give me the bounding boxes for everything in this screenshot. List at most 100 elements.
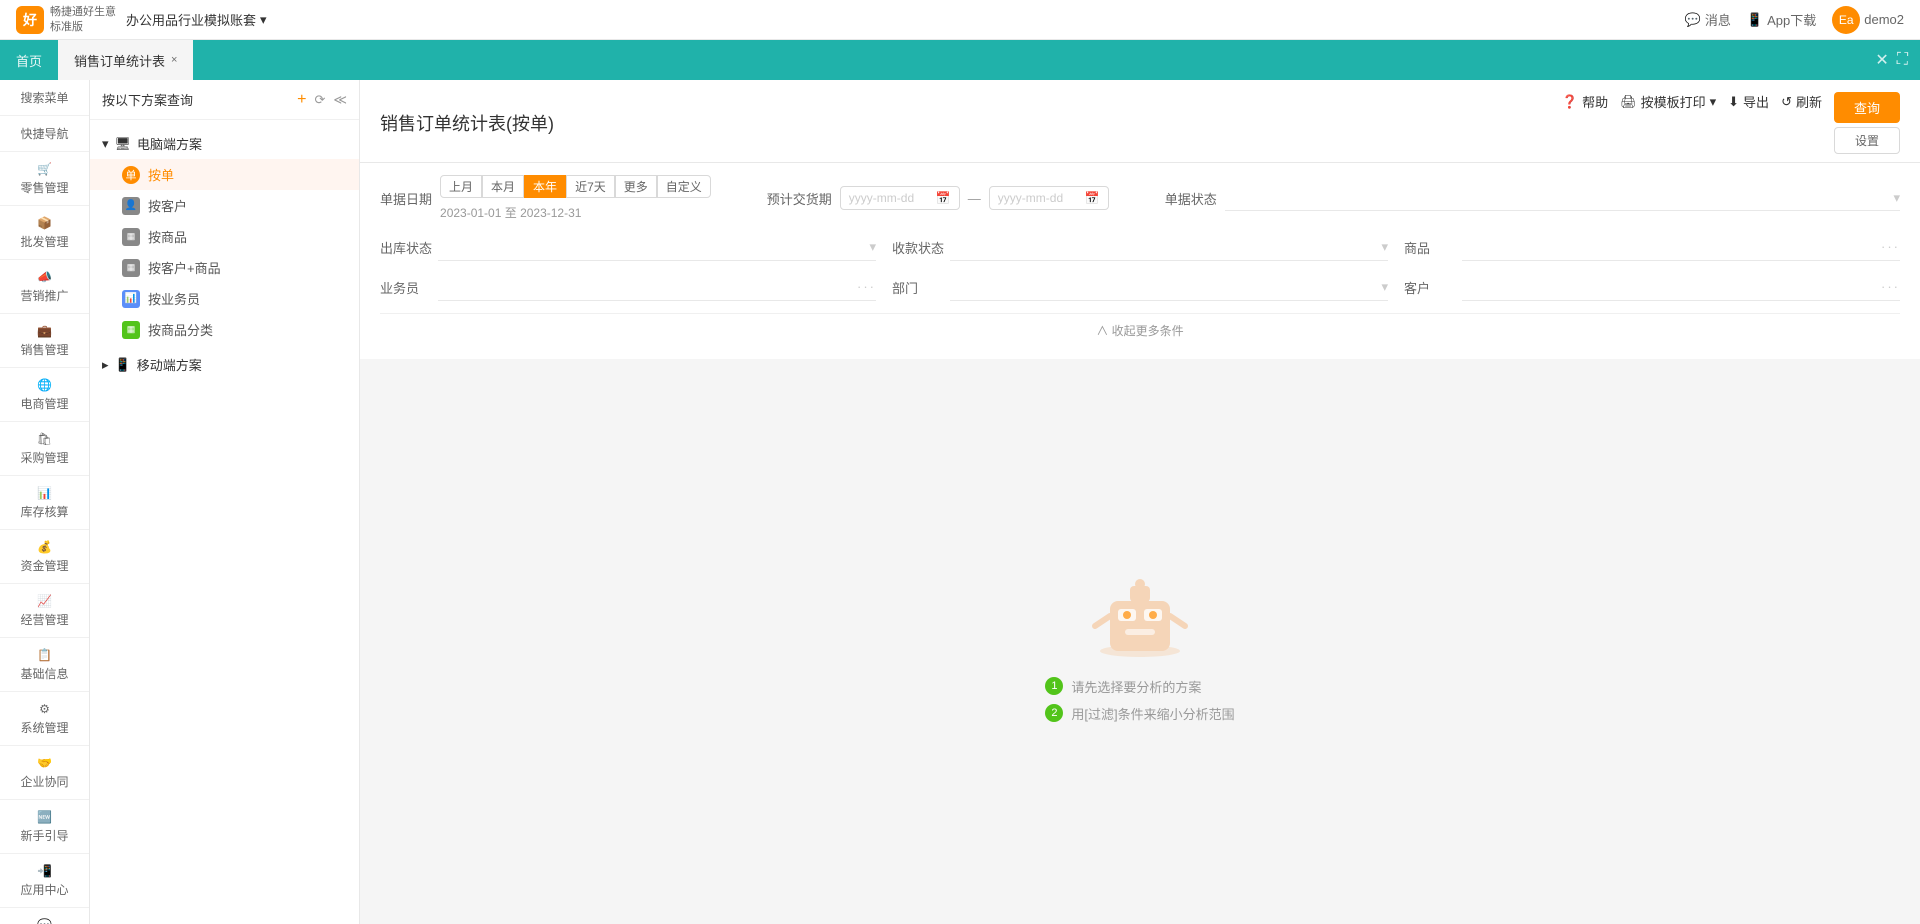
date-btn-7days[interactable]: 近7天 <box>566 175 615 198</box>
sidebar-item-sales[interactable]: 💼 销售管理 <box>0 314 89 368</box>
wholesale-icon: 📦 <box>37 216 52 230</box>
sidebar-item-system[interactable]: ⚙ 系统管理 <box>0 692 89 746</box>
empty-tip-2: 2 用[过滤]条件来缩小分析范围 <box>1045 704 1234 723</box>
goods-input[interactable]: ··· <box>1462 233 1900 261</box>
filter-dept: 部门 ▾ <box>892 273 1388 301</box>
filter-forecast-date-item: 预计交货期 yyyy-mm-dd 📅 — yyyy-mm-dd 📅 <box>767 186 1109 210</box>
user-menu-button[interactable]: Ea demo2 <box>1832 6 1904 34</box>
by-goods-icon: ▦ <box>122 228 140 246</box>
query-button[interactable]: 查询 <box>1834 92 1900 123</box>
sidebar-item-operations[interactable]: 📈 经营管理 <box>0 584 89 638</box>
sidebar: 搜索菜单 快捷导航 🛒 零售管理 📦 批发管理 📣 营销推广 💼 销售管理 🌐 … <box>0 80 90 924</box>
by-customer-goods-icon: ▦ <box>122 259 140 277</box>
refresh-icon: ↺ <box>1781 94 1792 110</box>
message-button[interactable]: 💬 消息 <box>1685 10 1731 29</box>
app-center-icon: 📲 <box>37 864 52 878</box>
logo-area: 好 畅捷通好生意 标准版 <box>16 5 116 34</box>
header-right-group: ❓ 帮助 🖨 按模板打印 ▾ ⬇ 导出 ↺ <box>1562 92 1900 154</box>
setting-button[interactable]: 设置 <box>1834 127 1900 154</box>
scheme-item-by-customer-goods[interactable]: ▦ 按客户+商品 <box>90 252 359 283</box>
scheme-item-by-category[interactable]: ▦ 按商品分类 <box>90 314 359 345</box>
sales-icon: 💼 <box>37 324 52 338</box>
filter-salesman: 业务员 ··· <box>380 273 876 301</box>
sidebar-item-wholesale[interactable]: 📦 批发管理 <box>0 206 89 260</box>
out-status-select[interactable]: ▾ <box>438 233 876 261</box>
filter-row-2: 出库状态 ▾ 收款状态 ▾ 商品 ··· <box>380 233 1900 261</box>
pc-icon: 🖥 <box>115 136 132 152</box>
sidebar-search-menu[interactable]: 搜索菜单 <box>0 80 89 116</box>
sidebar-item-finance[interactable]: 💰 资金管理 <box>0 530 89 584</box>
forecast-date-end-input[interactable]: yyyy-mm-dd 📅 <box>989 186 1109 210</box>
forecast-date-label: 预计交货期 <box>767 189 832 208</box>
salesman-dots-icon: ··· <box>857 279 876 294</box>
sidebar-quick-nav[interactable]: 快捷导航 <box>0 116 89 152</box>
avatar: Ea <box>1832 6 1860 34</box>
filter-row-1: 单据日期 上月 本月 本年 近7天 更多 自定义 2023- <box>380 175 1900 221</box>
status-select[interactable]: ▾ <box>1225 186 1900 211</box>
refresh-button[interactable]: ↺ 刷新 <box>1781 92 1822 111</box>
scheme-group-mobile: ▸ 📱 移动端方案 <box>90 349 359 380</box>
forecast-date-start-input[interactable]: yyyy-mm-dd 📅 <box>840 186 960 210</box>
date-btn-custom[interactable]: 自定义 <box>657 175 711 198</box>
logo-icon: 好 <box>16 6 44 34</box>
scheme-group-mobile-header[interactable]: ▸ 📱 移动端方案 <box>90 349 359 380</box>
goods-dots-icon: ··· <box>1881 239 1900 254</box>
window-close-icon[interactable]: ✕ <box>1875 50 1888 70</box>
sidebar-item-guide[interactable]: 🆕 新手引导 <box>0 800 89 854</box>
tabbar-actions: ✕ ⛶ <box>1875 50 1920 70</box>
date-btn-more[interactable]: 更多 <box>615 175 657 198</box>
app-download-button[interactable]: 📱 App下载 <box>1747 10 1816 29</box>
dept-select[interactable]: ▾ <box>950 273 1388 301</box>
date-btn-this-year[interactable]: 本年 <box>524 175 566 198</box>
collapse-up-icon: ∧ <box>1096 324 1111 338</box>
sidebar-item-app-center[interactable]: 📲 应用中心 <box>0 854 89 908</box>
customer-input[interactable]: ··· <box>1462 273 1900 301</box>
sidebar-item-marketing[interactable]: 📣 营销推广 <box>0 260 89 314</box>
collapse-bar[interactable]: ∧ 收起更多条件 <box>380 313 1900 347</box>
export-button[interactable]: ⬇ 导出 <box>1728 92 1769 111</box>
scheme-panel-actions: + ⟳ ≪ <box>297 91 347 109</box>
scheme-item-by-customer[interactable]: 👤 按客户 <box>90 190 359 221</box>
help-button[interactable]: ❓ 帮助 <box>1562 92 1608 111</box>
sidebar-item-enterprise[interactable]: 🤝 企业协同 <box>0 746 89 800</box>
refresh-scheme-button[interactable]: ⟳ <box>314 92 325 108</box>
sidebar-item-inventory[interactable]: 📊 库存核算 <box>0 476 89 530</box>
add-scheme-button[interactable]: + <box>297 91 306 109</box>
receive-status-select[interactable]: ▾ <box>950 233 1388 261</box>
content-area: 按以下方案查询 + ⟳ ≪ ▾ 🖥 电脑端方案 单 按单 <box>90 80 1920 924</box>
date-btn-last-month[interactable]: 上月 <box>440 175 482 198</box>
scheme-group-pc-header[interactable]: ▾ 🖥 电脑端方案 <box>90 128 359 159</box>
filter-receive-status: 收款状态 ▾ <box>892 233 1388 261</box>
tabbar: 首页 销售订单统计表 × ✕ ⛶ <box>0 40 1920 80</box>
date-filter-label: 单据日期 <box>380 189 432 208</box>
enterprise-icon: 🤝 <box>37 756 52 770</box>
sidebar-item-purchase[interactable]: 🛍 采购管理 <box>0 422 89 476</box>
scheme-panel-title: 按以下方案查询 <box>102 90 193 109</box>
guide-icon: 🆕 <box>37 810 52 824</box>
print-button[interactable]: 🖨 按模板打印 ▾ <box>1620 92 1716 111</box>
topbar: 好 畅捷通好生意 标准版 办公用品行业模拟账套 ▾ 💬 消息 📱 App下载 E… <box>0 0 1920 40</box>
app-selector[interactable]: 办公用品行业模拟账套 ▾ <box>126 10 267 29</box>
filter-customer: 客户 ··· <box>1404 273 1900 301</box>
scheme-item-by-goods[interactable]: ▦ 按商品 <box>90 221 359 252</box>
sidebar-item-ecommerce[interactable]: 🌐 电商管理 <box>0 368 89 422</box>
tab-sales-order-stat[interactable]: 销售订单统计表 × <box>58 40 193 80</box>
page-header: 销售订单统计表(按单) ❓ 帮助 🖨 按模板打印 ▾ ⬇ <box>360 80 1920 163</box>
window-maximize-icon[interactable]: ⛶ <box>1897 51 1908 69</box>
date-btn-this-month[interactable]: 本月 <box>482 175 524 198</box>
collapse-scheme-button[interactable]: ≪ <box>333 92 347 108</box>
sidebar-item-wechat[interactable]: 💬 企业微信 <box>0 908 89 924</box>
tab-home[interactable]: 首页 <box>0 40 58 80</box>
filter-status-item: 单据状态 ▾ <box>1165 186 1900 211</box>
basic-info-icon: 📋 <box>37 648 52 662</box>
sidebar-item-basic-info[interactable]: 📋 基础信息 <box>0 638 89 692</box>
tab-close-icon[interactable]: × <box>171 54 177 66</box>
out-status-chevron-icon: ▾ <box>869 239 876 255</box>
salesman-input[interactable]: ··· <box>438 273 876 301</box>
scheme-item-by-order[interactable]: 单 按单 <box>90 159 359 190</box>
sidebar-item-retail[interactable]: 🛒 零售管理 <box>0 152 89 206</box>
empty-state: 1 请先选择要分析的方案 2 用[过滤]条件来缩小分析范围 <box>360 359 1920 924</box>
by-order-icon: 单 <box>122 166 140 184</box>
scheme-list: ▾ 🖥 电脑端方案 单 按单 👤 按客户 ▦ 按商品 <box>90 120 359 388</box>
scheme-item-by-salesman[interactable]: 📊 按业务员 <box>90 283 359 314</box>
